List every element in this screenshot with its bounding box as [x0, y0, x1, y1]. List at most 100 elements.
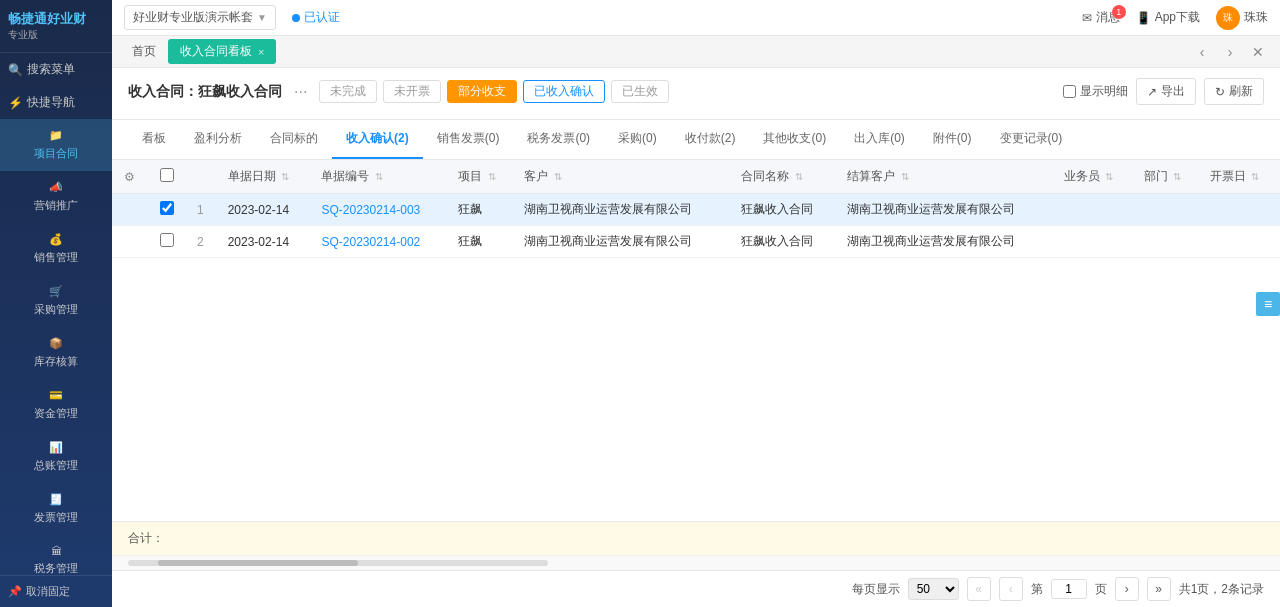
sidebar-item-tax[interactable]: 🏛 税务管理 [0, 535, 112, 575]
column-date[interactable]: 单据日期 ⇅ [218, 160, 312, 194]
page-label-pre: 第 [1031, 581, 1043, 598]
sidebar-item-invoice[interactable]: 🧾 发票管理 [0, 483, 112, 535]
status-unfinished[interactable]: 未完成 [319, 80, 377, 103]
last-page-button[interactable]: » [1147, 577, 1171, 601]
row-checkbox[interactable] [160, 201, 174, 215]
more-options-button[interactable]: ··· [294, 83, 307, 101]
scrollbar-track[interactable] [128, 560, 548, 566]
tab-purchase[interactable]: 采购(0) [604, 120, 671, 159]
sidebar-item-search[interactable]: 🔍 搜索菜单 [0, 53, 112, 86]
sidebar-item-quicknav[interactable]: ⚡ 快捷导航 [0, 86, 112, 119]
pin-icon: 📌 [8, 585, 22, 598]
tab-sales-invoice[interactable]: 销售发票(0) [423, 120, 514, 159]
active-tab-label: 收入合同看板 [180, 43, 252, 60]
tab-profit[interactable]: 盈利分析 [180, 120, 256, 159]
page-actions: 显示明细 ↗ 导出 ↻ 刷新 [1063, 78, 1264, 105]
show-detail-checkbox[interactable]: 显示明细 [1063, 83, 1128, 100]
next-tab-button[interactable]: › [1220, 42, 1240, 62]
prev-page-button[interactable]: ‹ [999, 577, 1023, 601]
tab-changes[interactable]: 变更记录(0) [986, 120, 1077, 159]
sidebar-item-marketing[interactable]: 📣 营销推广 [0, 171, 112, 223]
horizontal-scrollbar[interactable] [112, 555, 1280, 570]
sidebar-pin[interactable]: 📌 取消固定 [0, 575, 112, 607]
company-selector[interactable]: 好业财专业版演示帐套 ▼ [124, 5, 276, 30]
tab-kanban[interactable]: 看板 [128, 120, 180, 159]
row-department [1134, 226, 1200, 258]
detail-checkbox-input[interactable] [1063, 85, 1076, 98]
tab-close-button[interactable]: × [258, 46, 264, 58]
message-icon: ✉ [1082, 11, 1092, 25]
sidebar-purchase-label: 采购管理 [34, 302, 78, 317]
prev-tab-button[interactable]: ‹ [1192, 42, 1212, 62]
tab-warehouse[interactable]: 出入库(0) [840, 120, 919, 159]
sidebar-marketing-label: 营销推广 [34, 198, 78, 213]
pagination: 每页显示 50 100 200 « ‹ 第 页 › » 共1页，2条记录 [112, 570, 1280, 607]
sort-settle-icon: ⇅ [901, 171, 909, 182]
column-settle[interactable]: 结算客户 ⇅ [837, 160, 1054, 194]
select-all-checkbox[interactable] [160, 168, 174, 182]
tab-payment[interactable]: 收付款(2) [671, 120, 750, 159]
row-date: 2023-02-14 [218, 194, 312, 226]
tab-attachment[interactable]: 附件(0) [919, 120, 986, 159]
sidebar-search-label: 搜索菜单 [27, 61, 75, 78]
row-contract: 狂飙收入合同 [731, 194, 837, 226]
page-label-post: 页 [1095, 581, 1107, 598]
tab-other[interactable]: 其他收支(0) [749, 120, 840, 159]
tab-tax-invoice[interactable]: 税务发票(0) [513, 120, 604, 159]
status-badges: 未完成 未开票 部分收支 已收入确认 已生效 [319, 80, 669, 103]
sidebar-item-inventory[interactable]: 📦 库存核算 [0, 327, 112, 379]
page-header: 收入合同：狂飙收入合同 ··· 未完成 未开票 部分收支 已收入确认 已生效 显… [112, 68, 1280, 120]
next-page-button[interactable]: › [1115, 577, 1139, 601]
column-dept[interactable]: 部门 ⇅ [1134, 160, 1200, 194]
tabbar-controls: ‹ › ✕ [1192, 42, 1268, 62]
column-select-all[interactable] [148, 160, 187, 194]
column-project[interactable]: 项目 ⇅ [448, 160, 514, 194]
message-button[interactable]: ✉ 消息 1 [1082, 9, 1120, 26]
sidebar-item-finance[interactable]: 💳 资金管理 [0, 379, 112, 431]
sidebar-item-ledger[interactable]: 📊 总账管理 [0, 431, 112, 483]
status-uninvoiced[interactable]: 未开票 [383, 80, 441, 103]
user-profile[interactable]: 珠 珠珠 [1216, 6, 1268, 30]
export-button[interactable]: ↗ 导出 [1136, 78, 1196, 105]
column-opendate[interactable]: 开票日 ⇅ [1200, 160, 1280, 194]
home-tab[interactable]: 首页 [124, 39, 164, 64]
row-checkbox-cell[interactable] [148, 194, 187, 226]
topbar-right: ✉ 消息 1 📱 App下载 珠 珠珠 [1082, 6, 1268, 30]
download-icon: 📱 [1136, 11, 1151, 25]
scrollbar-thumb[interactable] [158, 560, 358, 566]
row-settle-customer: 湖南卫视商业运营发展有限公司 [837, 226, 1054, 258]
page-number-input[interactable] [1051, 579, 1087, 599]
column-customer[interactable]: 客户 ⇅ [514, 160, 731, 194]
page-size-select[interactable]: 50 100 200 [908, 578, 959, 600]
message-badge: 1 [1112, 5, 1126, 19]
close-tab-button[interactable]: ✕ [1248, 42, 1268, 62]
column-salesperson[interactable]: 业务员 ⇅ [1054, 160, 1134, 194]
active-tab[interactable]: 收入合同看板 × [168, 39, 276, 64]
first-page-button[interactable]: « [967, 577, 991, 601]
row-code-link[interactable]: SQ-20230214-003 [321, 203, 420, 217]
sidebar: 畅捷通好业财 专业版 🔍 搜索菜单 ⚡ 快捷导航 📁 项目合同 📣 营销推广 💰… [0, 0, 112, 607]
column-code[interactable]: 单据编号 ⇅ [311, 160, 448, 194]
right-panel-button[interactable]: ≡ [1256, 292, 1280, 316]
sidebar-item-sales[interactable]: 💰 销售管理 [0, 223, 112, 275]
tab-subject[interactable]: 合同标的 [256, 120, 332, 159]
column-gear[interactable]: ⚙ [112, 160, 148, 194]
sidebar-item-purchase[interactable]: 🛒 采购管理 [0, 275, 112, 327]
row-code-link[interactable]: SQ-20230214-002 [321, 235, 420, 249]
row-number: 1 [187, 194, 218, 226]
tab-revenue-confirm[interactable]: 收入确认(2) [332, 120, 423, 159]
table-footer: 合计： [112, 521, 1280, 555]
row-project: 狂飙 [448, 194, 514, 226]
row-contract: 狂飙收入合同 [731, 226, 837, 258]
row-checkbox-cell[interactable] [148, 226, 187, 258]
status-confirmed[interactable]: 已收入确认 [523, 80, 605, 103]
sidebar-invoice-label: 发票管理 [34, 510, 78, 525]
column-contract[interactable]: 合同名称 ⇅ [731, 160, 837, 194]
app-download-button[interactable]: 📱 App下载 [1136, 9, 1200, 26]
row-settle-customer: 湖南卫视商业运营发展有限公司 [837, 194, 1054, 226]
status-partial[interactable]: 部分收支 [447, 80, 517, 103]
sidebar-item-project[interactable]: 📁 项目合同 [0, 119, 112, 171]
refresh-button[interactable]: ↻ 刷新 [1204, 78, 1264, 105]
row-checkbox[interactable] [160, 233, 174, 247]
status-effective[interactable]: 已生效 [611, 80, 669, 103]
